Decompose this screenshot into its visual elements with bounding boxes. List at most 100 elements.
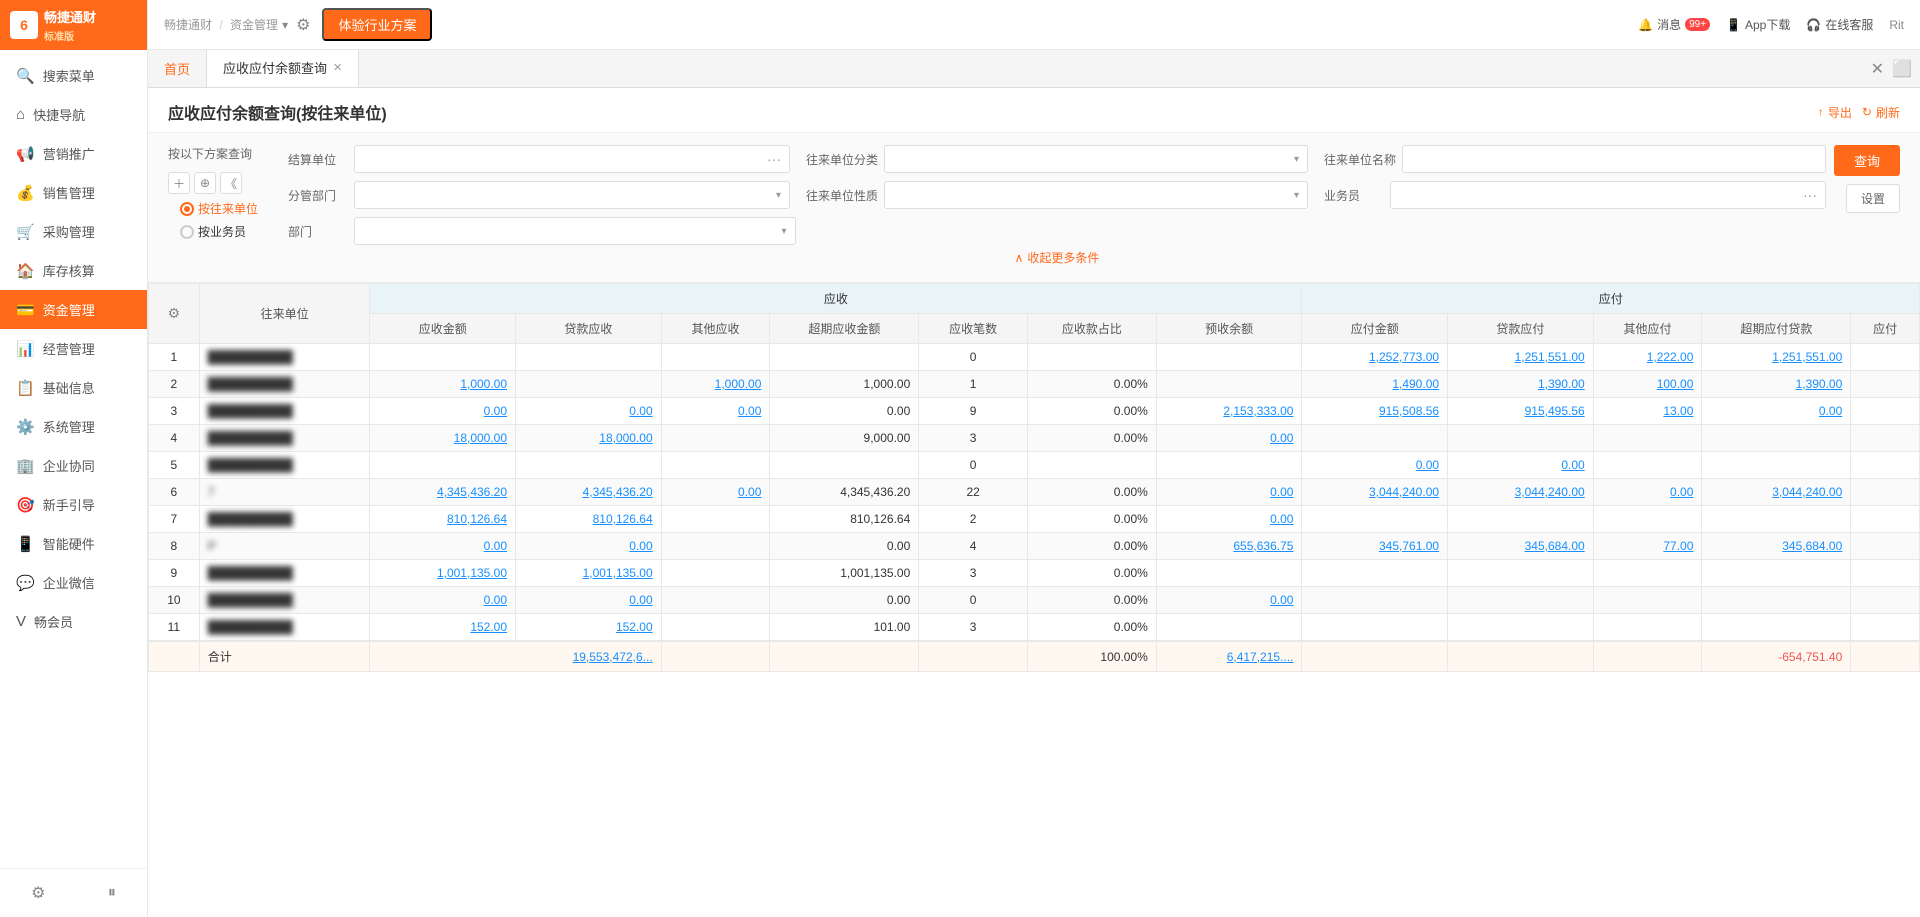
table-row: 10██████████0.000.000.0000.00%0.00 [149, 587, 1920, 614]
table-row: 1██████████01,252,773.001,251,551.001,22… [149, 344, 1920, 371]
collapse-filters-button[interactable]: ∧ 收起更多条件 [288, 245, 1826, 270]
export-icon: ↑ [1818, 105, 1824, 119]
table-row: 4██████████18,000.0018,000.009,000.0030.… [149, 425, 1920, 452]
user-name[interactable]: Rit [1889, 18, 1904, 32]
enterprise-icon: 🏢 [16, 457, 35, 475]
col-pay-超期应付贷款: 超期应付贷款 [1702, 314, 1851, 344]
table-settings-header[interactable]: ⚙ [149, 284, 200, 344]
unit-category-input[interactable]: ▾ [884, 145, 1308, 173]
dept-input[interactable]: ▾ [354, 181, 790, 209]
promo-button[interactable]: 体验行业方案 [322, 8, 432, 41]
gear-icon[interactable]: ⚙ [296, 15, 310, 35]
filter-row-3: 部门 ▾ [288, 217, 1826, 245]
table-row: 8P0.000.000.0040.00%655,636.75345,761.00… [149, 533, 1920, 560]
sidebar-item-guide[interactable]: 🎯新手引导 [0, 485, 147, 524]
tab-close-icon[interactable]: ✕ [333, 61, 342, 74]
sidebar-item-wechat[interactable]: 💬企业微信 [0, 563, 147, 602]
field-unit-name: 往来单位名称 [1324, 145, 1826, 173]
col-recv-其他应收: 其他应收 [661, 314, 770, 344]
footer-pay-overdue: -654,751.40 [1702, 641, 1851, 672]
path-dropdown-icon[interactable]: ▾ [282, 18, 288, 32]
sidebar-item-purchase[interactable]: 🛒采购管理 [0, 212, 147, 251]
col-pay-其他应付: 其他应付 [1593, 314, 1702, 344]
settings-icon[interactable]: ⚙ [25, 877, 51, 909]
scheme-radio-active [180, 202, 194, 216]
system-icon: ⚙️ [16, 418, 35, 436]
sidebar-item-system[interactable]: ⚙️系统管理 [0, 407, 147, 446]
quick-icon: ⌂ [16, 106, 25, 123]
marketing-icon: 📢 [16, 145, 35, 163]
query-button[interactable]: 查询 [1834, 145, 1900, 176]
notifications-item[interactable]: 🔔 消息 99+ [1638, 16, 1710, 33]
edit-scheme-button[interactable]: ⊕ [194, 172, 216, 194]
field-dept: 分管部门 ▾ [288, 181, 790, 209]
table-row: 7██████████810,126.64810,126.64810,126.6… [149, 506, 1920, 533]
col-recv-应收金额: 应收金额 [370, 314, 516, 344]
filter-area: 按以下方案查询 ＋ ⊕ 《 按往来单位 按业务 [148, 133, 1920, 283]
sidebar-item-enterprise[interactable]: 🏢企业协同 [0, 446, 147, 485]
scheme-option-salesman[interactable]: 按业务员 [176, 221, 288, 242]
sidebar-item-finance[interactable]: 💳资金管理 [0, 290, 147, 329]
topbar-left: 畅捷通财 / 资金管理 ▾ ⚙ 体验行业方案 [164, 8, 1638, 41]
close-window-icon[interactable]: ✕ [1871, 59, 1884, 79]
col-recv-预收余额: 预收余额 [1156, 314, 1302, 344]
table-area: ⚙ 往来单位 应收 应付 应收金额贷款应收其他应收超期应收金额应收笔数应收款占比… [148, 283, 1920, 672]
app-download-item[interactable]: 📱 App下载 [1726, 16, 1790, 33]
col-pay-应付金额: 应付金额 [1302, 314, 1448, 344]
settings-button[interactable]: 设置 [1846, 184, 1900, 213]
headset-icon: 🎧 [1806, 18, 1821, 32]
refresh-button[interactable]: ↻ 刷新 [1862, 104, 1900, 121]
sidebar-item-vip[interactable]: V畅会员 [0, 602, 147, 641]
field-unit-category: 往来单位分类 ▾ [806, 145, 1308, 173]
sidebar-bottom: ⚙ ⏸ [0, 868, 147, 917]
sidebar: 6 畅捷通财 标准版 🔍搜索菜单⌂快捷导航📢营销推广💰销售管理🛒采购管理🏠库存核… [0, 0, 148, 917]
table-row: 5██████████00.000.00 [149, 452, 1920, 479]
scheme-option-unit[interactable]: 按往来单位 [176, 198, 288, 219]
field-unit-nature: 往来单位性质 ▾ [806, 181, 1308, 209]
col-recv-超期应收金额: 超期应收金额 [770, 314, 919, 344]
tab-home[interactable]: 首页 [148, 50, 207, 87]
table-row: 674,345,436.204,345,436.200.004,345,436.… [149, 479, 1920, 506]
collapse-icon[interactable]: ⏸ [102, 878, 122, 908]
online-service-item[interactable]: 🎧 在线客服 [1806, 16, 1873, 33]
salesman-input[interactable]: ··· [1390, 181, 1826, 209]
table-footer-row: 合计 19,553,472,6... 100.00% 6,417,215....… [149, 641, 1920, 672]
data-table: ⚙ 往来单位 应收 应付 应收金额贷款应收其他应收超期应收金额应收笔数应收款占比… [148, 283, 1920, 672]
purchase-icon: 🛒 [16, 223, 35, 241]
sidebar-item-sales[interactable]: 💰销售管理 [0, 173, 147, 212]
app-icon: 📱 [1726, 18, 1741, 32]
tab-receivables[interactable]: 应收应付余额查询 ✕ [207, 50, 359, 87]
sidebar-item-quick[interactable]: ⌂快捷导航 [0, 95, 147, 134]
col-recv-贷款应收: 贷款应收 [516, 314, 662, 344]
settlement-unit-input[interactable]: ··· [354, 145, 790, 173]
operations-icon: 📊 [16, 340, 35, 358]
filter-fields: 结算单位 ··· 往来单位分类 ▾ [288, 145, 1826, 270]
field-settlement: 结算单位 ··· [288, 145, 790, 173]
maximize-icon[interactable]: ⬜ [1892, 59, 1912, 79]
sidebar-item-operations[interactable]: 📊经营管理 [0, 329, 147, 368]
sidebar-item-marketing[interactable]: 📢营销推广 [0, 134, 147, 173]
main-content: 应收应付余额查询(按往来单位) ↑ 导出 ↻ 刷新 按以下方案查询 ＋ ⊕ [148, 88, 1920, 917]
filter-row-2: 分管部门 ▾ 往来单位性质 ▾ [288, 181, 1826, 209]
wechat-icon: 💬 [16, 574, 35, 592]
col-pay-应付: 应付 [1851, 314, 1920, 344]
collapse-scheme-button[interactable]: 《 [220, 172, 242, 194]
unit-name-input[interactable] [1402, 145, 1826, 173]
add-scheme-button[interactable]: ＋ [168, 172, 190, 194]
logo-icon: 6 [10, 11, 38, 39]
dept2-input[interactable]: ▾ [354, 217, 796, 245]
topbar: 畅捷通财 / 资金管理 ▾ ⚙ 体验行业方案 🔔 消息 99+ 📱 App下载 … [148, 0, 1920, 50]
footer-recv-prepaid: 6,417,215.... [1156, 641, 1302, 672]
sidebar-item-search[interactable]: 🔍搜索菜单 [0, 56, 147, 95]
sidebar-item-inventory[interactable]: 🏠库存核算 [0, 251, 147, 290]
sidebar-item-basic[interactable]: 📋基础信息 [0, 368, 147, 407]
footer-recv-ratio: 100.00% [1028, 641, 1157, 672]
table-config-icon[interactable]: ⚙ [168, 305, 181, 321]
scheme-options: 按往来单位 按业务员 [176, 198, 288, 242]
col-recv-应收款占比: 应收款占比 [1028, 314, 1157, 344]
unit-nature-input[interactable]: ▾ [884, 181, 1308, 209]
export-button[interactable]: ↑ 导出 [1818, 104, 1852, 121]
filter-action-row: ＋ ⊕ 《 [168, 172, 288, 194]
sidebar-item-hardware[interactable]: 📱智能硬件 [0, 524, 147, 563]
field-dept2: 部门 ▾ [288, 217, 796, 245]
